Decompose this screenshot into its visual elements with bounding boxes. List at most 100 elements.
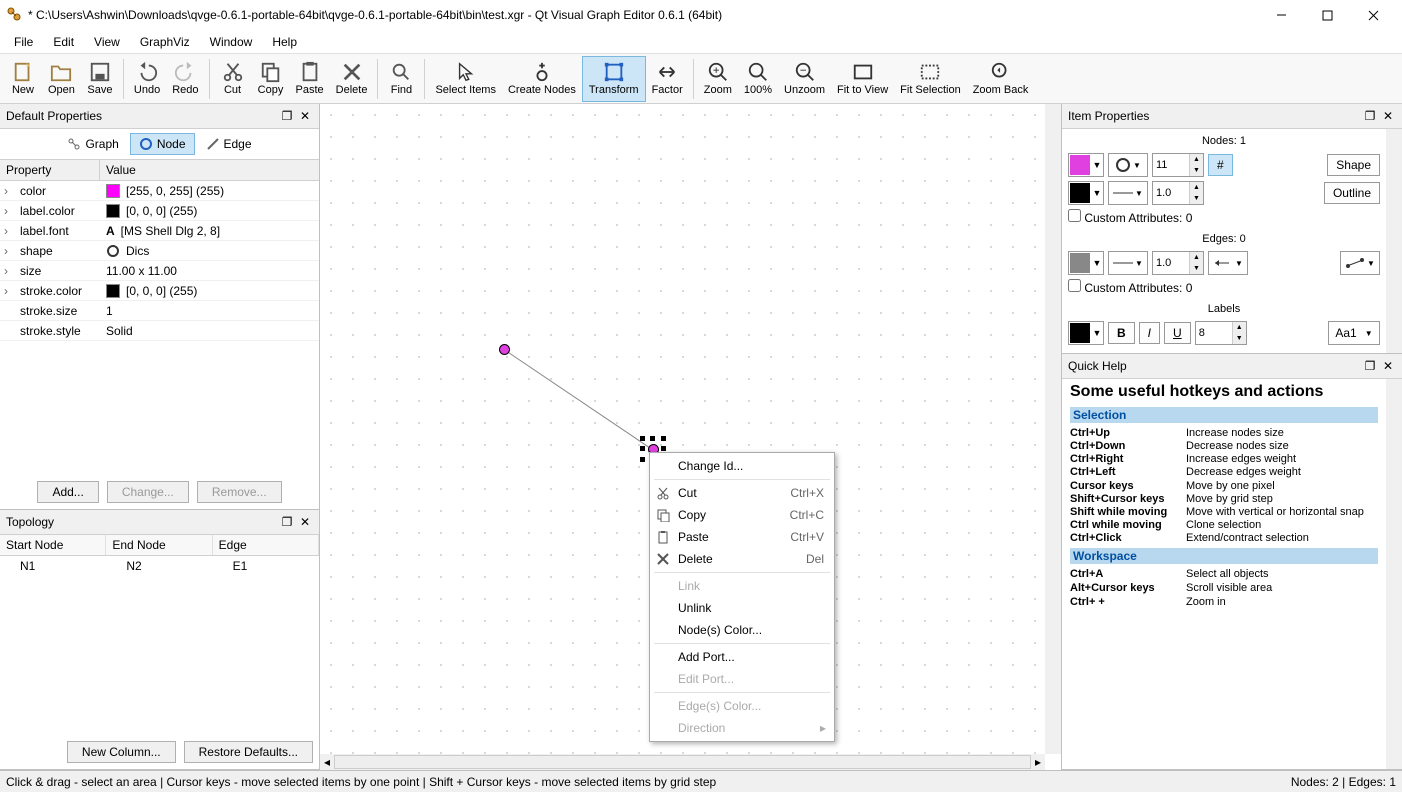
ctx-edge-s-color-: Edge(s) Color... [650, 695, 834, 717]
shape-button[interactable]: Shape [1327, 154, 1380, 176]
property-row[interactable]: ›label.fontA[MS Shell Dlg 2, 8] [0, 221, 319, 241]
new-column-button[interactable]: New Column... [67, 741, 176, 763]
toolbar-copy[interactable]: Copy [252, 56, 290, 102]
menu-help[interactable]: Help [262, 33, 307, 51]
toolbar-cut[interactable]: Cut [214, 56, 252, 102]
node-color-picker[interactable]: ▼ [1068, 153, 1104, 177]
ctx-link: Link [650, 575, 834, 597]
topology-row[interactable]: N1N2E1 [0, 556, 319, 576]
node-shape-style[interactable]: ▼ [1108, 153, 1148, 177]
ctx-delete[interactable]: DeleteDel [650, 548, 834, 570]
canvas[interactable]: Change Id... CutCtrl+XCopyCtrl+CPasteCtrl… [320, 104, 1062, 770]
property-row[interactable]: ›size11.00 x 11.00 [0, 261, 319, 281]
context-menu: Change Id... CutCtrl+XCopyCtrl+CPasteCtrl… [649, 452, 835, 742]
menu-window[interactable]: Window [200, 33, 263, 51]
menu-file[interactable]: File [4, 33, 43, 51]
label-size-spinner[interactable]: ▲▼ [1195, 321, 1247, 345]
edge-type[interactable]: ▼ [1340, 251, 1380, 275]
quick-help-content: Some useful hotkeys and actions Selectio… [1062, 379, 1386, 769]
toolbar-delete[interactable]: Delete [330, 56, 374, 102]
undock-icon[interactable]: ❐ [279, 108, 295, 124]
outline-width-spinner[interactable]: ▲▼ [1152, 181, 1204, 205]
label-color-picker[interactable]: ▼ [1068, 321, 1104, 345]
close-icon[interactable]: ✕ [297, 108, 313, 124]
toolbar-redo[interactable]: Redo [166, 56, 204, 102]
toolbar-zoom[interactable]: Zoom [698, 56, 738, 102]
vertical-scrollbar[interactable] [1045, 104, 1061, 754]
topology-header: Start NodeEnd NodeEdge [0, 535, 319, 556]
toolbar-undo[interactable]: Undo [128, 56, 166, 102]
tab-graph[interactable]: Graph [58, 133, 127, 155]
item-props-scrollbar[interactable] [1386, 129, 1402, 353]
close-icon[interactable]: ✕ [1380, 358, 1396, 374]
label-font-dropdown[interactable]: Aa1▼ [1328, 321, 1380, 345]
ctx-node-s-color-[interactable]: Node(s) Color... [650, 619, 834, 641]
close-icon[interactable]: ✕ [297, 514, 313, 530]
toolbar-open[interactable]: Open [42, 56, 81, 102]
ctx-unlink[interactable]: Unlink [650, 597, 834, 619]
ctx-add-port-[interactable]: Add Port... [650, 646, 834, 668]
edge-style[interactable]: ▼ [1108, 251, 1148, 275]
close-button[interactable] [1350, 0, 1396, 30]
bold-button[interactable]: B [1108, 322, 1135, 344]
edge-color-picker[interactable]: ▼ [1068, 251, 1104, 275]
ctx-paste[interactable]: PasteCtrl+V [650, 526, 834, 548]
toolbar-unzoom[interactable]: Unzoom [778, 56, 831, 102]
outline-button[interactable]: Outline [1324, 182, 1380, 204]
tab-node[interactable]: Node [130, 133, 195, 155]
remove-button[interactable]: Remove... [197, 481, 282, 503]
toolbar-save[interactable]: Save [81, 56, 119, 102]
toolbar-create-nodes[interactable]: Create Nodes [502, 56, 582, 102]
edge-width-spinner[interactable]: ▲▼ [1152, 251, 1204, 275]
toolbar-find[interactable]: Find [382, 56, 420, 102]
ctx-change-id-[interactable]: Change Id... [650, 455, 834, 477]
toolbar-select-items[interactable]: Select Items [429, 56, 502, 102]
menu-view[interactable]: View [84, 33, 130, 51]
outline-style[interactable]: ▼ [1108, 181, 1148, 205]
property-row[interactable]: ›shapeDics [0, 241, 319, 261]
edge-direction[interactable]: ▼ [1208, 251, 1248, 275]
main-toolbar: NewOpenSaveUndoRedo CutCopyPasteDeleteFin… [0, 54, 1402, 104]
horizontal-scrollbar[interactable]: ◂▸ [320, 754, 1045, 770]
default-properties-title: Default Properties ❐ ✕ [0, 104, 319, 129]
quick-help-scrollbar[interactable] [1386, 379, 1402, 769]
undock-icon[interactable]: ❐ [1362, 108, 1378, 124]
toolbar-fit-to-view[interactable]: Fit to View [831, 56, 894, 102]
toolbar-zoom-back[interactable]: Zoom Back [967, 56, 1035, 102]
custom-attrs-edges-checkbox[interactable]: Custom Attributes: 0 [1068, 281, 1192, 295]
property-row[interactable]: ›color[255, 0, 255] (255) [0, 181, 319, 201]
property-row[interactable]: stroke.styleSolid [0, 321, 319, 341]
restore-defaults-button[interactable]: Restore Defaults... [184, 741, 313, 763]
change-button[interactable]: Change... [107, 481, 189, 503]
toolbar-transform[interactable]: Transform [582, 56, 646, 102]
toolbar-100%[interactable]: 100% [738, 56, 778, 102]
italic-button[interactable]: I [1139, 322, 1160, 344]
property-row[interactable]: ›stroke.color[0, 0, 0] (255) [0, 281, 319, 301]
graph-node-n1[interactable] [499, 344, 510, 355]
undock-icon[interactable]: ❐ [279, 514, 295, 530]
undock-icon[interactable]: ❐ [1362, 358, 1378, 374]
left-panel: Default Properties ❐ ✕ Graph Node Edge P… [0, 104, 320, 770]
hash-button[interactable]: # [1208, 154, 1233, 176]
outline-color-picker[interactable]: ▼ [1068, 181, 1104, 205]
menu-graphviz[interactable]: GraphViz [130, 33, 200, 51]
status-bar: Click & drag - select an area | Cursor k… [0, 770, 1402, 792]
node-size-spinner[interactable]: ▲▼ [1152, 153, 1204, 177]
maximize-button[interactable] [1304, 0, 1350, 30]
menu-bar: FileEditViewGraphVizWindowHelp [0, 30, 1402, 54]
toolbar-paste[interactable]: Paste [290, 56, 330, 102]
underline-button[interactable]: U [1164, 322, 1191, 344]
minimize-button[interactable] [1258, 0, 1304, 30]
add-button[interactable]: Add... [37, 481, 98, 503]
toolbar-new[interactable]: New [4, 56, 42, 102]
ctx-copy[interactable]: CopyCtrl+C [650, 504, 834, 526]
property-row[interactable]: ›label.color[0, 0, 0] (255) [0, 201, 319, 221]
tab-edge[interactable]: Edge [197, 133, 261, 155]
property-row[interactable]: stroke.size1 [0, 301, 319, 321]
close-icon[interactable]: ✕ [1380, 108, 1396, 124]
ctx-cut[interactable]: CutCtrl+X [650, 482, 834, 504]
toolbar-factor[interactable]: Factor [646, 56, 689, 102]
custom-attrs-checkbox[interactable]: Custom Attributes: 0 [1068, 211, 1192, 225]
toolbar-fit-selection[interactable]: Fit Selection [894, 56, 967, 102]
menu-edit[interactable]: Edit [43, 33, 84, 51]
